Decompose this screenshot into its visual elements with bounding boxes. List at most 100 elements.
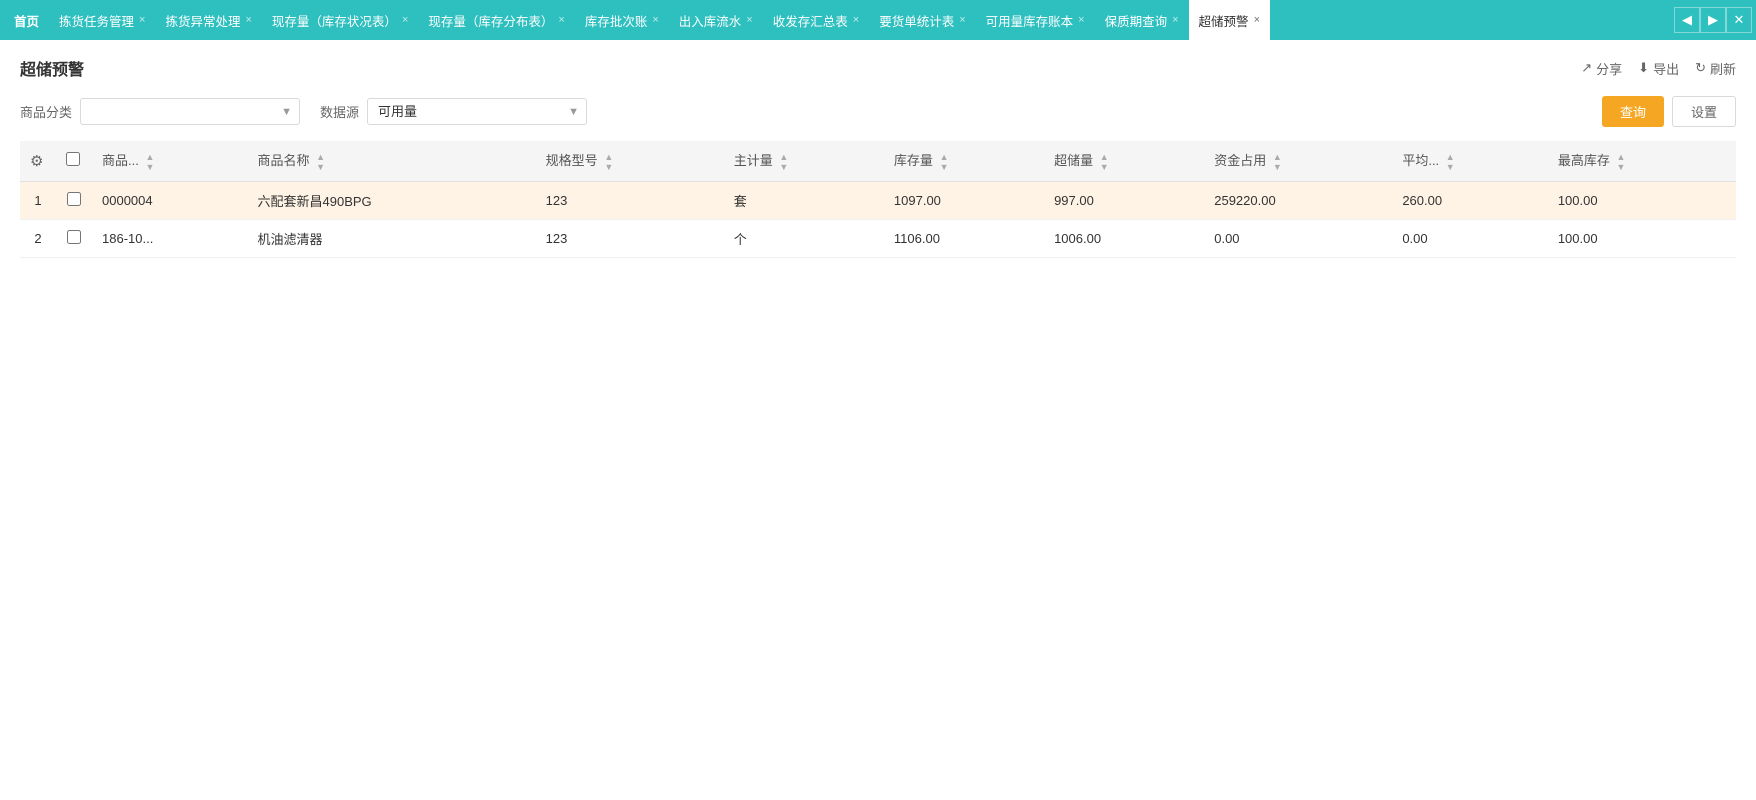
data-table: ⚙ 商品... ▲▼ 商品名称 ▲▼ 规格型号 ▲▼ 主计 — [20, 141, 1736, 258]
nav-item-label-abnormal-proc: 拣货异常处理 — [165, 11, 240, 30]
header-goods-code[interactable]: 商品... ▲▼ — [92, 141, 248, 181]
nav-item-label-task-mgmt: 拣货任务管理 — [59, 11, 134, 30]
cell-goods_code-0: 0000004 — [92, 181, 248, 219]
table-row: 10000004六配套新昌490BPG123套1097.00997.002592… — [20, 181, 1736, 219]
header-spec[interactable]: 规格型号 ▲▼ — [536, 141, 724, 181]
datasource-filter-group: 数据源 可用量 ▼ — [320, 98, 587, 125]
export-button[interactable]: ⬇ 导出 — [1638, 59, 1679, 78]
cell-overstock_qty-0: 997.00 — [1044, 181, 1204, 219]
nav-prev-button[interactable]: ◀ — [1674, 7, 1700, 33]
nav-close-x-inventory-status[interactable]: × — [402, 14, 408, 26]
nav-item-label-recv-sum: 收发存汇总表 — [773, 11, 848, 30]
nav-item-label-inventory-dist: 现存量（库存分布表） — [428, 11, 553, 30]
cell-checkbox-1 — [56, 219, 92, 257]
datasource-select-wrapper: 可用量 ▼ — [367, 98, 587, 125]
cell-max_stock-0: 100.00 — [1548, 181, 1736, 219]
cell-spec-0: 123 — [536, 181, 724, 219]
nav-close-x-available-acct[interactable]: × — [1078, 14, 1084, 26]
nav-item-in-out-flow[interactable]: 出入库流水 × — [669, 0, 763, 40]
nav-close-x-inventory-dist[interactable]: × — [558, 14, 564, 26]
sort-arrows-overstock-qty: ▲▼ — [1100, 152, 1109, 172]
cell-stock_qty-1: 1106.00 — [884, 219, 1044, 257]
page-title: 超储预警 — [20, 56, 84, 80]
filter-actions: 查询 设置 — [1602, 96, 1736, 127]
header-actions: ↗ 分享 ⬇ 导出 ↻ 刷新 — [1581, 59, 1736, 78]
nav-item-available-acct[interactable]: 可用量库存账本 × — [976, 0, 1095, 40]
nav-item-home[interactable]: 首页 — [4, 0, 49, 40]
nav-close-x-in-out-flow[interactable]: × — [746, 14, 752, 26]
nav-item-inventory-status[interactable]: 现存量（库存状况表） × — [262, 0, 418, 40]
nav-close-x-recv-sum[interactable]: × — [853, 14, 859, 26]
category-select-wrapper: ▼ — [80, 98, 300, 125]
cell-goods_name-1: 机油滤清器 — [248, 219, 536, 257]
nav-close-x-abnormal-proc[interactable]: × — [245, 14, 251, 26]
table-header-row: ⚙ 商品... ▲▼ 商品名称 ▲▼ 规格型号 ▲▼ 主计 — [20, 141, 1736, 181]
header-overstock-qty[interactable]: 超储量 ▲▼ — [1044, 141, 1204, 181]
header-max-stock-label: 最高库存 — [1558, 153, 1610, 168]
refresh-icon: ↻ — [1695, 60, 1706, 76]
nav-item-recv-sum[interactable]: 收发存汇总表 × — [763, 0, 869, 40]
cell-unit-1: 个 — [724, 219, 884, 257]
header-goods-name[interactable]: 商品名称 ▲▼ — [248, 141, 536, 181]
settings-button[interactable]: 设置 — [1672, 96, 1736, 127]
header-goods-name-label: 商品名称 — [258, 153, 310, 168]
nav-arrows: ◀ ▶ ✕ — [1674, 7, 1752, 33]
header-stock-qty[interactable]: 库存量 ▲▼ — [884, 141, 1044, 181]
header-avg[interactable]: 平均... ▲▼ — [1392, 141, 1548, 181]
cell-avg-0: 260.00 — [1392, 181, 1548, 219]
header-capital-label: 资金占用 — [1214, 153, 1266, 168]
filter-row: 商品分类 ▼ 数据源 可用量 ▼ 查询 设置 — [20, 96, 1736, 127]
gear-icon[interactable]: ⚙ — [30, 153, 43, 170]
header-spec-label: 规格型号 — [546, 153, 598, 168]
share-button[interactable]: ↗ 分享 — [1581, 59, 1622, 78]
nav-close-x-quality-check[interactable]: × — [1172, 14, 1178, 26]
refresh-button[interactable]: ↻ 刷新 — [1695, 59, 1736, 78]
query-button[interactable]: 查询 — [1602, 96, 1664, 127]
datasource-label: 数据源 — [320, 102, 359, 121]
nav-item-inventory-batch[interactable]: 库存批次账× — [575, 0, 669, 40]
header-max-stock[interactable]: 最高库存 ▲▼ — [1548, 141, 1736, 181]
cell-overstock_qty-1: 1006.00 — [1044, 219, 1204, 257]
cell-stock_qty-0: 1097.00 — [884, 181, 1044, 219]
cell-capital_occupied-1: 0.00 — [1204, 219, 1392, 257]
header-avg-label: 平均... — [1402, 153, 1439, 168]
cell-unit-0: 套 — [724, 181, 884, 219]
nav-close-x-inventory-batch[interactable]: × — [652, 14, 658, 26]
sort-arrows-unit: ▲▼ — [779, 152, 788, 172]
header-unit[interactable]: 主计量 ▲▼ — [724, 141, 884, 181]
datasource-select[interactable]: 可用量 — [367, 98, 587, 125]
nav-item-label-overstock-alert: 超储预警 — [1199, 11, 1249, 30]
export-label: 导出 — [1653, 59, 1679, 78]
cell-index-0: 1 — [20, 181, 56, 219]
sort-arrows-stock-qty: ▲▼ — [940, 152, 949, 172]
nav-item-label-in-out-flow: 出入库流水 — [679, 11, 742, 30]
nav-close-button[interactable]: ✕ — [1726, 7, 1752, 33]
nav-next-button[interactable]: ▶ — [1700, 7, 1726, 33]
nav-item-label-available-acct: 可用量库存账本 — [986, 11, 1074, 30]
header-capital[interactable]: 资金占用 ▲▼ — [1204, 141, 1392, 181]
nav-item-label-inventory-status: 现存量（库存状况表） — [272, 11, 397, 30]
sort-arrows-capital: ▲▼ — [1273, 152, 1282, 172]
header-checkbox-col — [56, 141, 92, 181]
nav-item-task-mgmt[interactable]: 拣货任务管理 × — [49, 0, 155, 40]
refresh-label: 刷新 — [1710, 59, 1736, 78]
cell-index-1: 2 — [20, 219, 56, 257]
cell-goods_name-0: 六配套新昌490BPG — [248, 181, 536, 219]
row-checkbox-0[interactable] — [67, 192, 81, 206]
page-container: 超储预警 ↗ 分享 ⬇ 导出 ↻ 刷新 商品分类 ▼ — [0, 40, 1756, 800]
cell-spec-1: 123 — [536, 219, 724, 257]
select-all-checkbox[interactable] — [66, 152, 80, 166]
row-checkbox-1[interactable] — [67, 230, 81, 244]
header-unit-label: 主计量 — [734, 153, 773, 168]
header-settings[interactable]: ⚙ — [20, 141, 56, 181]
nav-close-x-order-stats[interactable]: × — [959, 14, 965, 26]
nav-item-overstock-alert[interactable]: 超储预警 × — [1189, 0, 1270, 40]
nav-item-order-stats[interactable]: 要货单统计表× — [869, 0, 975, 40]
nav-close-x-overstock-alert[interactable]: × — [1254, 14, 1260, 26]
nav-item-quality-check[interactable]: 保质期查询× — [1095, 0, 1189, 40]
category-select[interactable] — [80, 98, 300, 125]
nav-item-inventory-dist[interactable]: 现存量（库存分布表） × — [418, 0, 574, 40]
sort-arrows-goods-code: ▲▼ — [145, 152, 154, 172]
nav-item-abnormal-proc[interactable]: 拣货异常处理 × — [155, 0, 261, 40]
nav-close-x-task-mgmt[interactable]: × — [139, 14, 145, 26]
